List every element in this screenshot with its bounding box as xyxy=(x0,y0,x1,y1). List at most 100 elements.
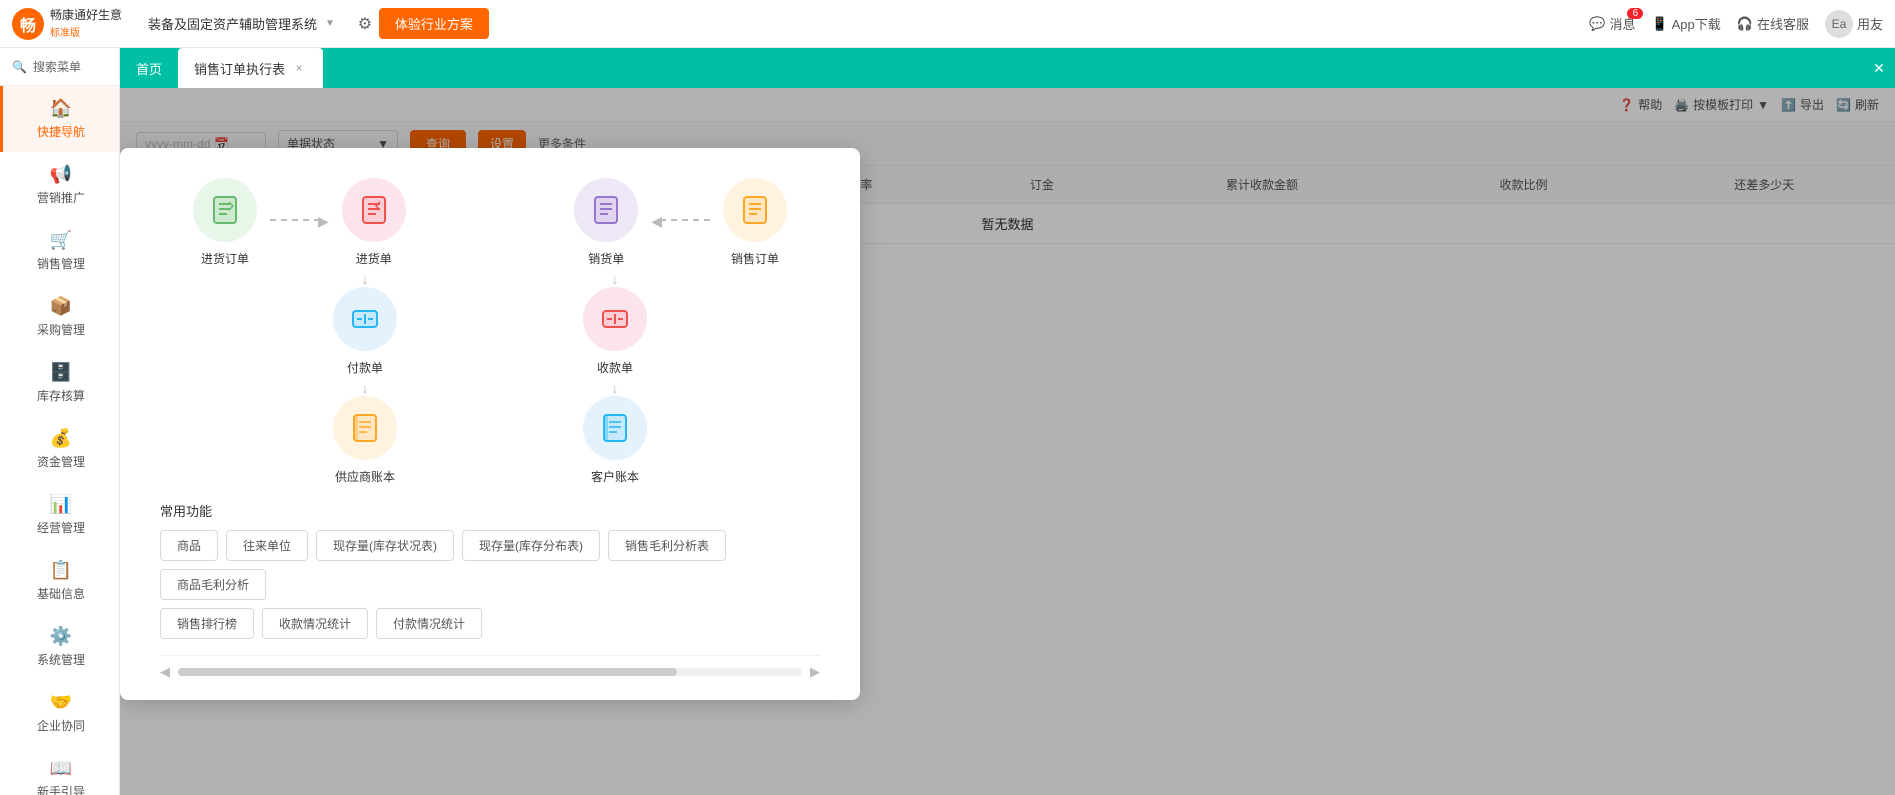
tab-bar: 首页 销售订单执行表 × ✕ xyxy=(120,48,1895,88)
home-icon: 🏠 xyxy=(50,98,72,119)
scroll-thumb xyxy=(178,668,677,676)
supplier-account-label: 供应商账本 xyxy=(335,468,395,485)
func-btn-inventory-status[interactable]: 现存量(库存状况表) xyxy=(316,530,454,561)
func-buttons-row1: 商品 往来单位 现存量(库存状况表) 现存量(库存分布表) 销售毛利分析表 商品… xyxy=(160,530,820,600)
sidebar-item-marketing[interactable]: 📢 营销推广 xyxy=(0,152,119,218)
flow-node-purchase-order[interactable]: 进货订单 xyxy=(180,178,270,267)
flow-node-purchase-bill[interactable]: 进货单 xyxy=(329,178,419,267)
customer-account-label: 客户账本 xyxy=(591,468,639,485)
search-icon: 🔍 xyxy=(12,60,27,74)
func-btn-inventory-dist[interactable]: 现存量(库存分布表) xyxy=(462,530,600,561)
common-funcs-title: 常用功能 xyxy=(160,501,820,520)
box-icon: 📦 xyxy=(50,296,72,317)
sidebar-item-purchase[interactable]: 📦 采购管理 xyxy=(0,284,119,350)
flow-node-supplier-account[interactable]: 供应商账本 xyxy=(320,396,410,485)
sidebar-item-label: 企业协同 xyxy=(37,717,85,734)
flow-node-payment-bill[interactable]: 付款单 xyxy=(320,287,410,376)
megaphone-icon: 📢 xyxy=(50,164,72,185)
sidebar-item-label: 基础信息 xyxy=(37,585,85,602)
online-service-button[interactable]: 🎧 在线客服 xyxy=(1737,14,1809,33)
scroll-right-icon[interactable]: ▶ xyxy=(810,664,820,680)
purchase-order-label: 进货订单 xyxy=(201,250,249,267)
user-label: 用友 xyxy=(1857,14,1883,33)
content-area: 首页 销售订单执行表 × ✕ ❓ 帮助 🖨️ 按模板打印 xyxy=(120,48,1895,795)
cart-icon: 🛒 xyxy=(50,230,72,251)
sidebar-item-operations[interactable]: 📊 经营管理 xyxy=(0,482,119,548)
download-icon: 📱 xyxy=(1651,16,1667,32)
chart-icon: 📊 xyxy=(50,494,72,515)
search-menu-button[interactable]: 🔍 搜索菜单 xyxy=(0,48,119,86)
flow-node-sales-bill[interactable]: 销货单 xyxy=(561,178,651,267)
app-download-label: App下载 xyxy=(1672,14,1721,33)
common-funcs-section: 常用功能 商品 往来单位 现存量(库存状况表) 现存量(库存分布表) 销售毛利分… xyxy=(160,501,820,639)
arrow-purchase-order-to-bill: ▶ xyxy=(270,195,329,250)
tab-sales-order-label: 销售订单执行表 xyxy=(194,59,285,78)
close-all-tabs-button[interactable]: ✕ xyxy=(1863,48,1895,88)
sidebar-item-system[interactable]: ⚙️ 系统管理 xyxy=(0,614,119,680)
flow-popup: 进货订单 ▶ 进货单 xyxy=(120,148,860,700)
guide-icon: 📖 xyxy=(50,758,72,779)
func-btn-product-profit[interactable]: 商品毛利分析 xyxy=(160,569,266,600)
receipt-bill-circle xyxy=(583,287,647,351)
flow-node-sales-order[interactable]: 销售订单 xyxy=(710,178,800,267)
func-btn-sales-profit[interactable]: 销售毛利分析表 xyxy=(608,530,726,561)
sidebar-item-finance[interactable]: 💰 资金管理 xyxy=(0,416,119,482)
scroll-track xyxy=(178,668,802,676)
sidebar-item-label: 采购管理 xyxy=(37,321,85,338)
chevron-down-icon: ▼ xyxy=(325,18,335,29)
app-download-button[interactable]: 📱 App下载 xyxy=(1651,14,1720,33)
sidebar-item-label: 系统管理 xyxy=(37,651,85,668)
sidebar-item-label: 营销推广 xyxy=(37,189,85,206)
system-name: 装备及固定资产辅助管理系统 xyxy=(148,14,317,33)
payment-bill-circle xyxy=(333,287,397,351)
top-header: 畅 畅康通好生意 标准版 装备及固定资产辅助管理系统 ▼ ⚙ 体验行业方案 💬 … xyxy=(0,0,1895,48)
sidebar-item-label: 新手引导 xyxy=(37,783,85,795)
logo-area: 畅 畅康通好生意 标准版 xyxy=(12,8,132,40)
clipboard-icon: 📋 xyxy=(50,560,72,581)
main-layout: 🔍 搜索菜单 🏠 快捷导航 📢 营销推广 🛒 销售管理 📦 采购管理 🗄️ 库存… xyxy=(0,48,1895,795)
settings-button[interactable]: ⚙ xyxy=(351,10,379,38)
sales-bill-circle xyxy=(574,178,638,242)
flow-node-receipt-bill[interactable]: 收款单 xyxy=(570,287,660,376)
online-service-label: 在线客服 xyxy=(1757,14,1809,33)
sidebar-item-label: 资金管理 xyxy=(37,453,85,470)
purchase-bill-label: 进货单 xyxy=(356,250,392,267)
sidebar-item-quick-nav[interactable]: 🏠 快捷导航 xyxy=(0,86,119,152)
func-btn-receipt-stats[interactable]: 收款情况统计 xyxy=(262,608,368,639)
scroll-left-icon[interactable]: ◀ xyxy=(160,664,170,680)
message-button[interactable]: 💬 消息 6 xyxy=(1589,14,1635,33)
func-btn-payment-stats[interactable]: 付款情况统计 xyxy=(376,608,482,639)
logo-icon: 畅 xyxy=(12,8,44,40)
system-selector[interactable]: 装备及固定资产辅助管理系统 ▼ xyxy=(132,14,351,33)
purchase-bill-circle xyxy=(342,178,406,242)
system-icon: ⚙️ xyxy=(50,626,72,647)
logo-line1: 畅康通好生意 xyxy=(50,8,122,24)
sales-order-label: 销售订单 xyxy=(731,250,779,267)
header-right: 💬 消息 6 📱 App下载 🎧 在线客服 Ea 用友 xyxy=(1589,10,1883,38)
money-icon: 💰 xyxy=(50,428,72,449)
sidebar-item-label: 库存核算 xyxy=(37,387,85,404)
tab-home[interactable]: 首页 xyxy=(120,48,178,88)
func-btn-sales-rank[interactable]: 销售排行榜 xyxy=(160,608,254,639)
tab-close-icon[interactable]: × xyxy=(291,60,307,76)
inventory-icon: 🗄️ xyxy=(50,362,72,383)
sidebar-item-sales[interactable]: 🛒 销售管理 xyxy=(0,218,119,284)
sidebar-item-base-info[interactable]: 📋 基础信息 xyxy=(0,548,119,614)
flow-node-customer-account[interactable]: 客户账本 xyxy=(570,396,660,485)
user-menu[interactable]: Ea 用友 xyxy=(1825,10,1883,38)
arrow-sales-order-to-bill: ◀ xyxy=(651,195,710,250)
func-btn-product[interactable]: 商品 xyxy=(160,530,218,561)
sidebar-item-enterprise[interactable]: 🤝 企业协同 xyxy=(0,680,119,746)
enterprise-icon: 🤝 xyxy=(50,692,72,713)
sidebar-item-newcomer[interactable]: 📖 新手引导 xyxy=(0,746,119,795)
payment-bill-label: 付款单 xyxy=(347,359,383,376)
search-menu-label: 搜索菜单 xyxy=(33,58,81,75)
sales-order-circle xyxy=(723,178,787,242)
func-btn-counterpart[interactable]: 往来单位 xyxy=(226,530,308,561)
tab-home-label: 首页 xyxy=(136,59,162,78)
popup-scrollbar[interactable]: ◀ ▶ xyxy=(160,655,820,680)
tab-sales-order[interactable]: 销售订单执行表 × xyxy=(178,48,323,88)
trial-button[interactable]: 体验行业方案 xyxy=(379,8,489,39)
sidebar-item-inventory[interactable]: 🗄️ 库存核算 xyxy=(0,350,119,416)
popup-overlay[interactable]: 进货订单 ▶ 进货单 xyxy=(120,88,1895,795)
